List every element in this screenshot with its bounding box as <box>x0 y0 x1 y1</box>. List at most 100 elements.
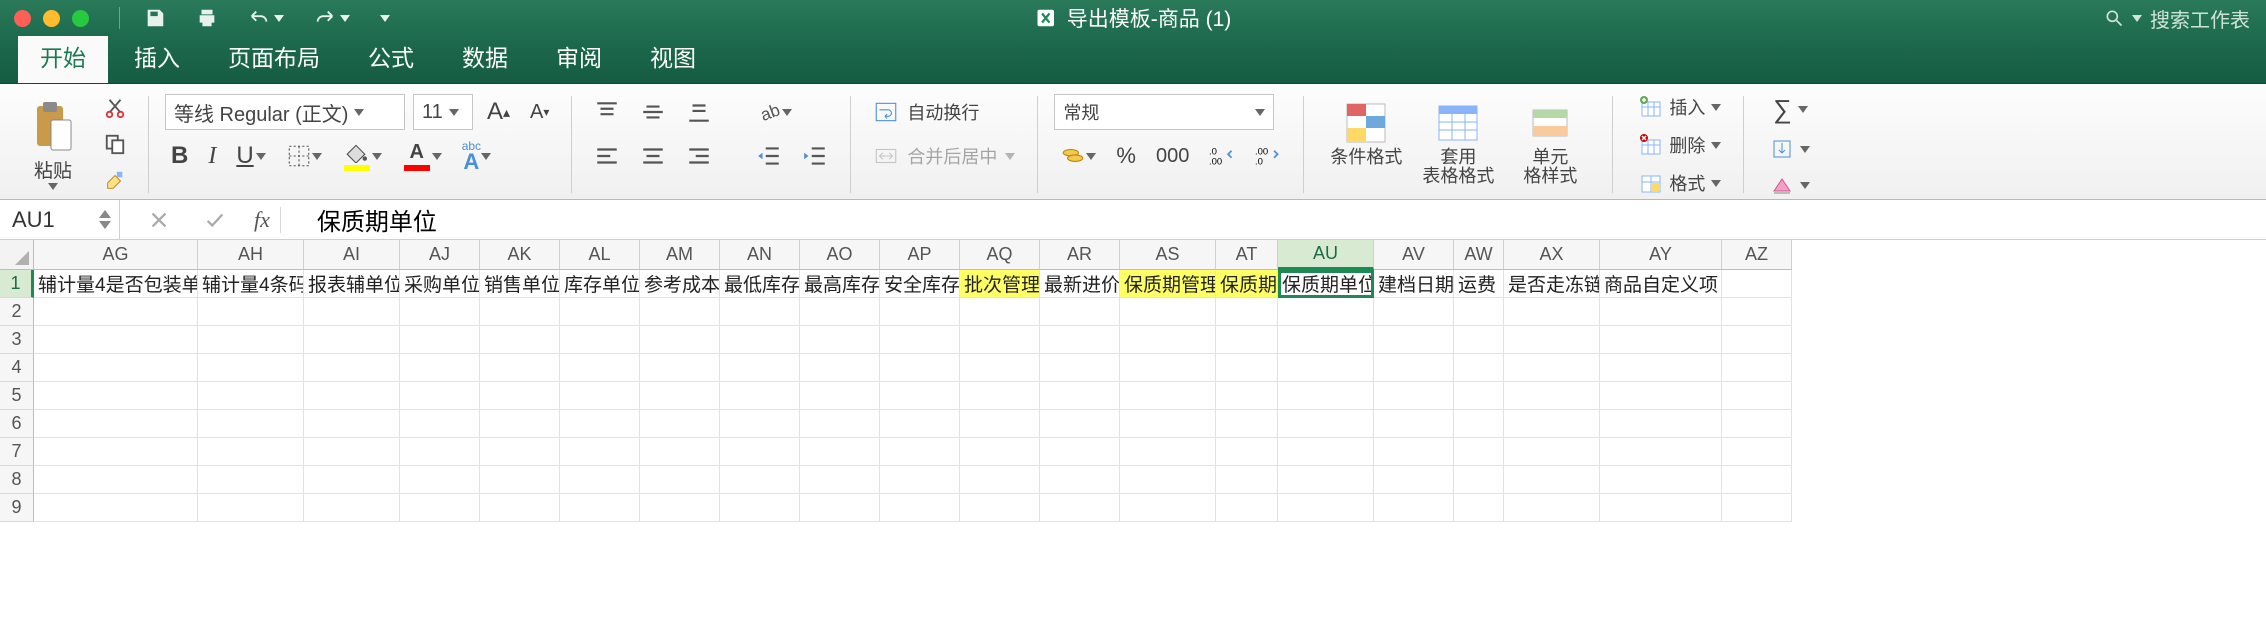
cell[interactable] <box>198 438 304 466</box>
cell[interactable] <box>960 382 1040 410</box>
cell[interactable] <box>1278 354 1374 382</box>
format-cells-button[interactable]: 格式 <box>1633 166 1727 200</box>
borders-button[interactable] <box>280 139 328 173</box>
cell[interactable] <box>304 410 400 438</box>
cell[interactable] <box>1454 326 1504 354</box>
cell[interactable] <box>1454 466 1504 494</box>
cut-button[interactable] <box>98 94 132 122</box>
cell[interactable]: 批次管理 <box>960 270 1040 298</box>
decrease-decimal-button[interactable]: .00.0 <box>1249 139 1287 173</box>
qat-customize-icon[interactable] <box>374 11 396 26</box>
format-as-table-button[interactable]: 套用 表格格式 <box>1416 96 1500 190</box>
column-header[interactable]: AW <box>1454 240 1504 270</box>
cell[interactable] <box>1722 382 1792 410</box>
column-headers[interactable]: AGAHAIAJAKALAMANAOAPAQARASATAUAVAWAXAYAZ <box>0 240 2266 270</box>
increase-indent-button[interactable] <box>796 139 834 173</box>
cell[interactable] <box>720 354 800 382</box>
cell[interactable] <box>1120 410 1216 438</box>
cell[interactable] <box>1040 298 1120 326</box>
cell[interactable] <box>400 354 480 382</box>
cell[interactable]: 库存单位 <box>560 270 640 298</box>
cell[interactable] <box>960 466 1040 494</box>
cell[interactable] <box>400 438 480 466</box>
decrease-indent-button[interactable] <box>750 139 788 173</box>
cell[interactable] <box>640 298 720 326</box>
cell[interactable] <box>880 326 960 354</box>
cell[interactable] <box>640 354 720 382</box>
column-header[interactable]: AO <box>800 240 880 270</box>
cell[interactable] <box>960 326 1040 354</box>
column-header[interactable]: AQ <box>960 240 1040 270</box>
font-size-select[interactable]: 11 <box>413 94 473 130</box>
cell[interactable] <box>800 494 880 522</box>
sheet-search[interactable]: 搜索工作表 <box>2104 4 2250 33</box>
cell[interactable] <box>560 438 640 466</box>
autosum-button[interactable]: ∑ <box>1764 90 1816 129</box>
column-header[interactable]: AI <box>304 240 400 270</box>
cell[interactable] <box>1374 354 1454 382</box>
format-painter-button[interactable] <box>98 167 132 195</box>
row-headers[interactable]: 123456789 <box>0 270 34 522</box>
cell[interactable] <box>1504 466 1600 494</box>
cell[interactable] <box>720 298 800 326</box>
cell[interactable] <box>1504 298 1600 326</box>
cell[interactable] <box>304 438 400 466</box>
cell[interactable] <box>560 410 640 438</box>
cell[interactable] <box>1600 354 1722 382</box>
row-header[interactable]: 7 <box>0 438 34 466</box>
cell[interactable] <box>1040 438 1120 466</box>
cell[interactable] <box>480 354 560 382</box>
cell-styles-button[interactable]: 单元 格样式 <box>1508 96 1592 190</box>
align-right-button[interactable] <box>680 139 718 173</box>
cell[interactable] <box>1120 438 1216 466</box>
cell[interactable] <box>880 410 960 438</box>
cell[interactable] <box>34 466 198 494</box>
redo-icon[interactable] <box>308 3 356 33</box>
cell[interactable]: 最低库存 <box>720 270 800 298</box>
cell[interactable] <box>1600 410 1722 438</box>
column-header[interactable]: AS <box>1120 240 1216 270</box>
increase-font-size-button[interactable]: A▴ <box>481 94 516 130</box>
cell[interactable] <box>198 298 304 326</box>
cell[interactable] <box>1278 494 1374 522</box>
tab-formulas[interactable]: 公式 <box>346 29 436 83</box>
cell[interactable] <box>480 410 560 438</box>
row-header[interactable]: 6 <box>0 410 34 438</box>
row-header[interactable]: 9 <box>0 494 34 522</box>
column-header[interactable]: AX <box>1504 240 1600 270</box>
cell[interactable]: 采购单位 <box>400 270 480 298</box>
cell[interactable] <box>34 494 198 522</box>
cell[interactable] <box>1504 494 1600 522</box>
cell[interactable] <box>1120 298 1216 326</box>
align-left-button[interactable] <box>588 139 626 173</box>
cell[interactable] <box>400 298 480 326</box>
cell[interactable]: 最高库存 <box>800 270 880 298</box>
cell[interactable] <box>304 466 400 494</box>
cell[interactable] <box>640 410 720 438</box>
cell[interactable] <box>1216 298 1278 326</box>
paste-button[interactable]: 粘贴 <box>18 90 88 199</box>
cell[interactable] <box>880 298 960 326</box>
cell[interactable] <box>1278 466 1374 494</box>
align-middle-button[interactable] <box>634 95 672 129</box>
cell[interactable] <box>960 354 1040 382</box>
cell[interactable]: 运费 <box>1454 270 1504 298</box>
column-header[interactable]: AR <box>1040 240 1120 270</box>
align-top-button[interactable] <box>588 95 626 129</box>
cell[interactable] <box>1600 494 1722 522</box>
cell[interactable] <box>880 382 960 410</box>
cell[interactable] <box>34 438 198 466</box>
cell[interactable] <box>480 298 560 326</box>
cell[interactable] <box>1374 494 1454 522</box>
cell[interactable] <box>1722 494 1792 522</box>
bold-button[interactable]: B <box>165 138 194 174</box>
close-window-icon[interactable] <box>14 10 31 27</box>
align-bottom-button[interactable] <box>680 95 718 129</box>
name-box[interactable]: AU1 <box>0 200 120 239</box>
cell[interactable] <box>800 326 880 354</box>
column-header[interactable]: AY <box>1600 240 1722 270</box>
comma-format-button[interactable]: 000 <box>1150 141 1195 172</box>
tab-home[interactable]: 开始 <box>18 29 108 83</box>
cell[interactable] <box>960 410 1040 438</box>
row-header[interactable]: 1 <box>0 270 34 298</box>
